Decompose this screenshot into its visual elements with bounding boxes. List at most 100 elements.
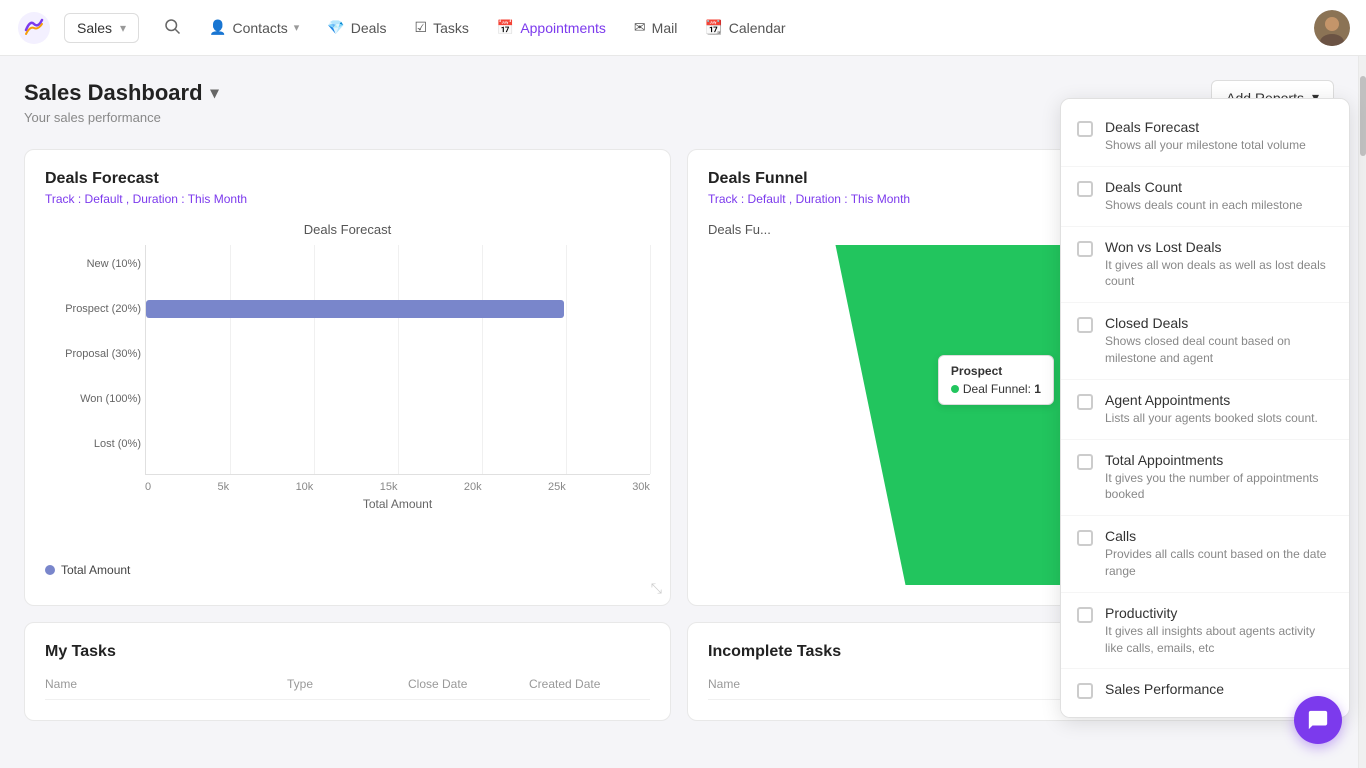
nav-item-deals[interactable]: 💎 Deals [315, 11, 398, 44]
add-reports-dropdown: Deals Forecast Shows all your milestone … [1060, 98, 1350, 718]
item-title-agent-appointments: Agent Appointments [1105, 392, 1318, 408]
bar-label-lost: Lost (0%) [41, 438, 141, 450]
checkbox-total-appointments[interactable] [1077, 454, 1093, 470]
page-title-chevron[interactable]: ▾ [211, 83, 219, 103]
bar-chart-inner: New (10%) Prospect (20%) Proposal (30%) [145, 245, 650, 475]
item-desc-closed-deals: Shows closed deal count based on milesto… [1105, 333, 1333, 367]
deals-forecast-subtitle: Track : Default , Duration : This Month [45, 192, 650, 206]
item-title-won-vs-lost: Won vs Lost Deals [1105, 239, 1333, 255]
chat-button[interactable] [1294, 696, 1342, 744]
page-title-group: Sales Dashboard ▾ Your sales performance [24, 80, 219, 125]
item-desc-deals-count: Shows deals count in each milestone [1105, 197, 1302, 214]
item-title-calls: Calls [1105, 528, 1333, 544]
scrollbar-thumb[interactable] [1360, 76, 1366, 156]
deals-forecast-title: Deals Forecast [45, 170, 650, 188]
col-created-date: Created Date [529, 677, 650, 691]
nav-item-appointments[interactable]: 📅 Appointments [485, 11, 618, 44]
item-title-productivity: Productivity [1105, 605, 1333, 621]
item-title-sales-performance: Sales Performance [1105, 681, 1224, 697]
checkbox-closed-deals[interactable] [1077, 317, 1093, 333]
bar-row-lost: Lost (0%) [146, 435, 650, 453]
item-title-closed-deals: Closed Deals [1105, 315, 1333, 331]
bar-chart: New (10%) Prospect (20%) Proposal (30%) [45, 245, 650, 551]
page-title-text: Sales Dashboard [24, 80, 203, 106]
item-desc-agent-appointments: Lists all your agents booked slots count… [1105, 410, 1318, 427]
col-close-date: Close Date [408, 677, 529, 691]
chart-legend: Total Amount [45, 563, 650, 577]
dropdown-item-deals-forecast[interactable]: Deals Forecast Shows all your milestone … [1061, 107, 1349, 167]
my-tasks-header: Name Type Close Date Created Date [45, 677, 650, 700]
item-desc-won-vs-lost: It gives all won deals as well as lost d… [1105, 257, 1333, 291]
appointments-label: Appointments [520, 20, 606, 36]
resize-handle[interactable]: ⤡ [651, 580, 662, 597]
chart-title: Deals Forecast [45, 222, 650, 237]
search-button[interactable] [155, 9, 189, 46]
topnav: Sales ▾ 👤 Contacts ▾ 💎 Deals ☑ Tasks 📅 A… [0, 0, 1366, 56]
tasks-label: Tasks [433, 20, 469, 36]
bar-label-prospect: Prospect (20%) [41, 303, 141, 315]
nav-item-tasks[interactable]: ☑ Tasks [403, 11, 481, 44]
col-type: Type [287, 677, 408, 691]
item-title-deals-forecast: Deals Forecast [1105, 119, 1306, 135]
my-tasks-title: My Tasks [45, 643, 650, 661]
appointments-icon: 📅 [497, 19, 514, 36]
bar-prospect [146, 300, 564, 318]
tasks-icon: ☑ [415, 19, 428, 36]
calendar-label: Calendar [729, 20, 786, 36]
dropdown-item-productivity[interactable]: Productivity It gives all insights about… [1061, 593, 1349, 670]
bar-row-proposal: Proposal (30%) [146, 345, 650, 363]
col-name: Name [45, 677, 287, 691]
item-title-total-appointments: Total Appointments [1105, 452, 1333, 468]
item-desc-total-appointments: It gives you the number of appointments … [1105, 470, 1333, 504]
dropdown-item-closed-deals[interactable]: Closed Deals Shows closed deal count bas… [1061, 303, 1349, 380]
deals-forecast-chart: Deals Forecast New (10%) [45, 222, 650, 577]
checkbox-productivity[interactable] [1077, 607, 1093, 623]
bar-row-new: New (10%) [146, 255, 650, 273]
mail-label: Mail [652, 20, 678, 36]
checkbox-deals-count[interactable] [1077, 181, 1093, 197]
bar-row-won: Won (100%) [146, 390, 650, 408]
bar-label-proposal: Proposal (30%) [41, 348, 141, 360]
deals-icon: 💎 [327, 19, 344, 36]
checkbox-sales-performance[interactable] [1077, 683, 1093, 699]
x-axis-label: Total Amount [145, 497, 650, 511]
contacts-chevron: ▾ [294, 21, 300, 34]
legend-label: Total Amount [61, 563, 130, 577]
bar-label-new: New (10%) [41, 258, 141, 270]
checkbox-won-vs-lost[interactable] [1077, 241, 1093, 257]
dropdown-item-deals-count[interactable]: Deals Count Shows deals count in each mi… [1061, 167, 1349, 227]
item-title-deals-count: Deals Count [1105, 179, 1302, 195]
item-desc-calls: Provides all calls count based on the da… [1105, 546, 1333, 580]
contacts-icon: 👤 [209, 19, 226, 36]
deals-label: Deals [351, 20, 387, 36]
nav-item-calendar[interactable]: 📆 Calendar [693, 11, 797, 44]
dropdown-item-agent-appointments[interactable]: Agent Appointments Lists all your agents… [1061, 380, 1349, 440]
dropdown-item-total-appointments[interactable]: Total Appointments It gives you the numb… [1061, 440, 1349, 517]
workspace-chevron: ▾ [120, 21, 126, 35]
legend-dot [45, 565, 55, 575]
page-subtitle: Your sales performance [24, 110, 219, 125]
dropdown-item-calls[interactable]: Calls Provides all calls count based on … [1061, 516, 1349, 593]
my-tasks-card: My Tasks Name Type Close Date Created Da… [24, 622, 671, 721]
calendar-icon: 📆 [705, 19, 722, 36]
x-axis: 0 5k 10k 15k 20k 25k 30k [145, 481, 650, 493]
workspace-label: Sales [77, 20, 112, 36]
app-logo[interactable] [16, 10, 52, 46]
scrollbar-track[interactable] [1358, 56, 1366, 768]
checkbox-calls[interactable] [1077, 530, 1093, 546]
inc-col-name: Name [708, 677, 1111, 691]
checkbox-deals-forecast[interactable] [1077, 121, 1093, 137]
nav-item-contacts[interactable]: 👤 Contacts ▾ [197, 11, 311, 44]
checkbox-agent-appointments[interactable] [1077, 394, 1093, 410]
workspace-selector[interactable]: Sales ▾ [64, 13, 139, 43]
deals-funnel-track: Track : Default , Duration : This Month [708, 192, 910, 206]
item-desc-deals-forecast: Shows all your milestone total volume [1105, 137, 1306, 154]
deals-forecast-card: Deals Forecast Track : Default , Duratio… [24, 149, 671, 606]
bar-label-won: Won (100%) [41, 393, 141, 405]
user-avatar[interactable] [1314, 10, 1350, 46]
dropdown-item-won-vs-lost[interactable]: Won vs Lost Deals It gives all won deals… [1061, 227, 1349, 304]
nav-items: 👤 Contacts ▾ 💎 Deals ☑ Tasks 📅 Appointme… [197, 11, 1314, 44]
item-desc-productivity: It gives all insights about agents activ… [1105, 623, 1333, 657]
nav-item-mail[interactable]: ✉ Mail [622, 11, 689, 44]
page-title: Sales Dashboard ▾ [24, 80, 219, 106]
